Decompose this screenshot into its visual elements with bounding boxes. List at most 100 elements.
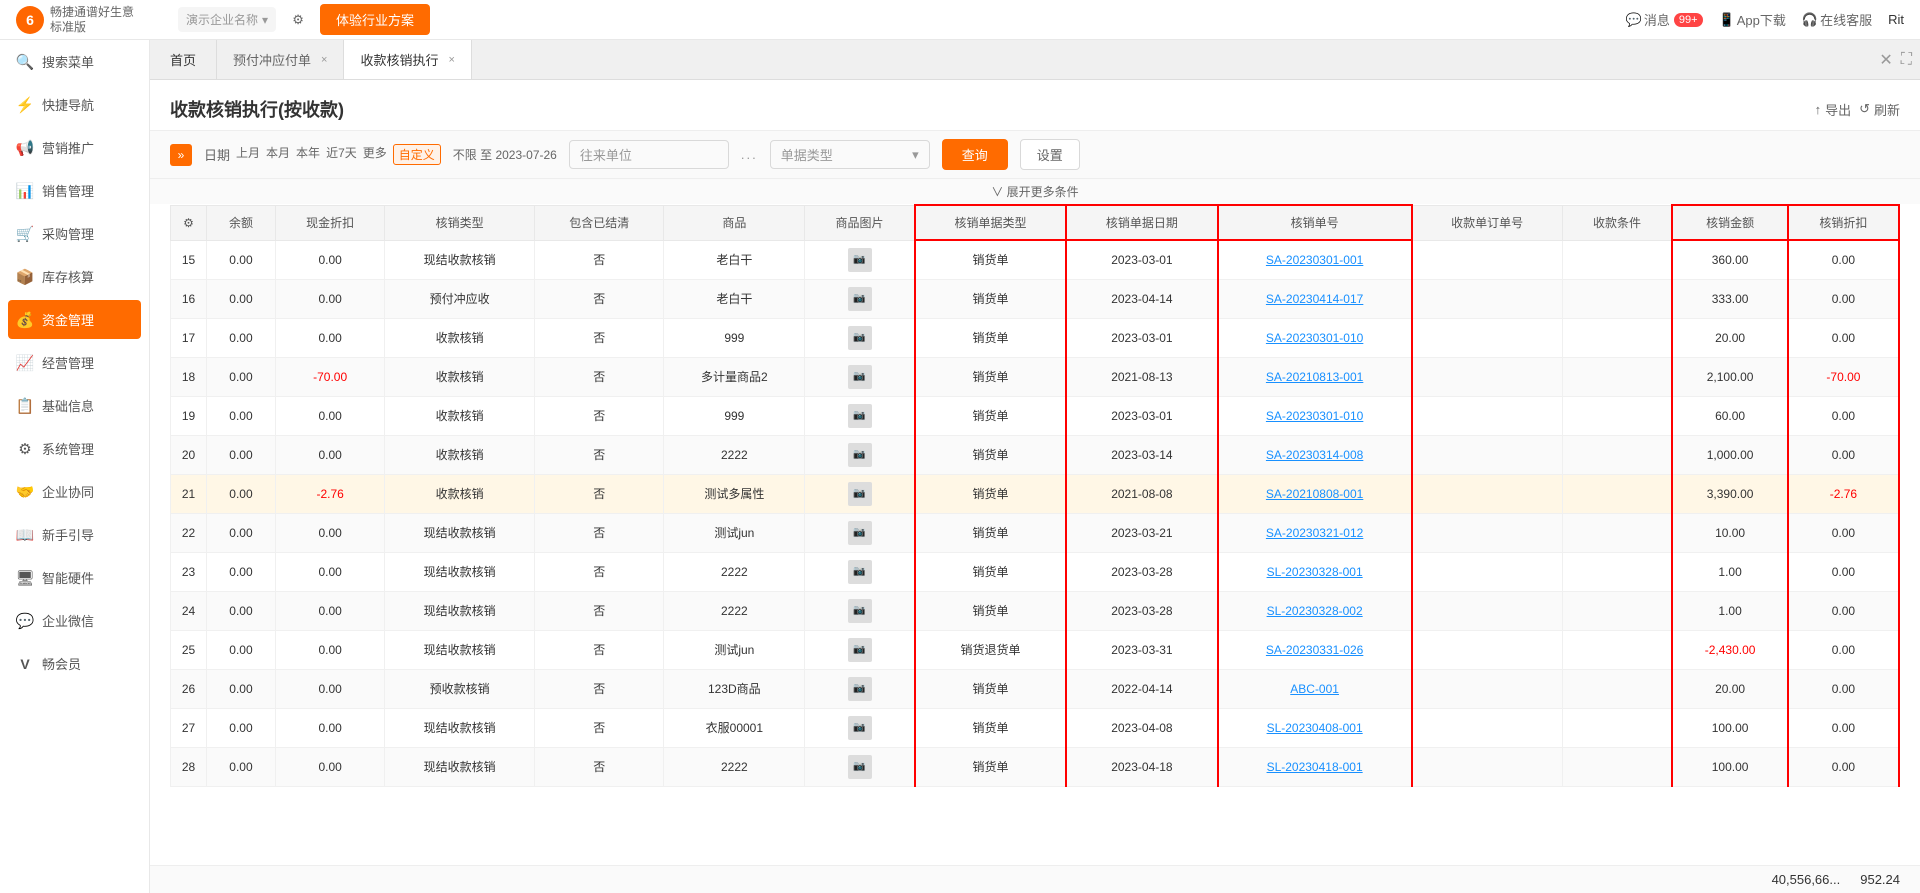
cell-bill-no[interactable]: SA-20230301-010 <box>1218 318 1412 357</box>
service-btn[interactable]: 🎧 在线客服 <box>1802 10 1872 29</box>
date-this-month[interactable]: 本月 <box>266 144 290 165</box>
expand-more-row[interactable]: ∨ 展开更多条件 <box>150 179 1920 204</box>
app-download-btn[interactable]: 📱 App下载 <box>1719 10 1786 29</box>
cell-verify-type: 预收款核销 <box>385 669 535 708</box>
sidebar-item-purchase[interactable]: 🛒 采购管理 <box>0 212 149 255</box>
cell-bill-no[interactable]: SA-20230414-017 <box>1218 279 1412 318</box>
company-selector[interactable]: 演示企业名称 ▾ <box>178 7 276 32</box>
date-this-year[interactable]: 本年 <box>296 144 320 165</box>
cell-bill-no[interactable]: SA-20230321-012 <box>1218 513 1412 552</box>
table-row: 23 0.00 0.00 现结收款核销 否 2222 📷 销货单 2023-03… <box>171 552 1900 591</box>
message-icon: 💬 <box>1626 12 1642 28</box>
cell-cash-discount: 0.00 <box>275 513 384 552</box>
export-btn[interactable]: ↑ 导出 <box>1815 100 1852 119</box>
table-row: 17 0.00 0.00 收款核销 否 999 📷 销货单 2023-03-01… <box>171 318 1900 357</box>
purchase-icon: 🛒 <box>16 225 34 243</box>
col-gear[interactable]: ⚙ <box>171 205 207 240</box>
tab-expand-icon[interactable]: ⛶ <box>1901 51 1912 69</box>
tab-close-icon[interactable]: ✕ <box>1879 50 1892 70</box>
expand-more-label: 展开更多条件 <box>1007 185 1079 199</box>
filter-settings-btn[interactable]: 设置 <box>1020 139 1080 170</box>
cell-bill-no[interactable]: SA-20230314-008 <box>1218 435 1412 474</box>
cell-product: 衣服00001 <box>664 708 805 747</box>
sidebar-item-search[interactable]: 🔍 搜索菜单 <box>0 40 149 83</box>
date-last-month[interactable]: 上月 <box>236 144 260 165</box>
cell-bill-date: 2023-03-28 <box>1066 552 1217 591</box>
cell-product: 2222 <box>664 591 805 630</box>
tab-verify[interactable]: 收款核销执行 × <box>344 40 471 79</box>
tab-verify-label: 收款核销执行 <box>360 50 438 69</box>
sidebar-item-inventory[interactable]: 📦 库存核算 <box>0 255 149 298</box>
query-btn[interactable]: 查询 <box>942 139 1008 170</box>
cell-product-img: 📷 <box>805 435 915 474</box>
sidebar-item-hardware[interactable]: 🖥 智能硬件 <box>0 556 149 599</box>
sidebar-item-guide[interactable]: 📖 新手引导 <box>0 513 149 556</box>
cell-discount: 0.00 <box>1788 396 1899 435</box>
sidebar-item-system[interactable]: ⚙ 系统管理 <box>0 427 149 470</box>
industry-btn[interactable]: 体验行业方案 <box>320 4 430 35</box>
cell-bill-type: 销货单 <box>915 474 1066 513</box>
date-label: 日期 <box>204 145 230 164</box>
tab-prepay[interactable]: 预付冲应付单 × <box>217 40 344 79</box>
filter-expand-btn[interactable]: » <box>170 144 192 166</box>
cell-id: 15 <box>171 240 207 279</box>
cell-bill-no[interactable]: SL-20230408-001 <box>1218 708 1412 747</box>
cell-product-img: 📷 <box>805 240 915 279</box>
table-row: 27 0.00 0.00 现结收款核销 否 衣服00001 📷 销货单 2023… <box>171 708 1900 747</box>
user-name[interactable]: Rit <box>1888 12 1904 27</box>
cell-bill-no[interactable]: SL-20230328-002 <box>1218 591 1412 630</box>
partner-input[interactable]: 往来单位 <box>569 140 729 169</box>
cell-bill-no[interactable]: SL-20230418-001 <box>1218 747 1412 786</box>
sidebar-item-member[interactable]: V 畅会员 <box>0 642 149 685</box>
cell-balance: 0.00 <box>207 474 276 513</box>
cell-bill-no[interactable]: SA-20210808-001 <box>1218 474 1412 513</box>
cell-bill-no[interactable]: SA-20230331-026 <box>1218 630 1412 669</box>
sidebar-label-purchase: 采购管理 <box>42 224 94 243</box>
cell-product: 测试jun <box>664 630 805 669</box>
cell-balance: 0.00 <box>207 318 276 357</box>
tab-verify-close[interactable]: × <box>448 54 454 66</box>
cell-bill-no[interactable]: SA-20230301-010 <box>1218 396 1412 435</box>
date-7days[interactable]: 近7天 <box>326 144 357 165</box>
cell-bill-no[interactable]: SA-20230301-001 <box>1218 240 1412 279</box>
cell-bill-no[interactable]: SA-20210813-001 <box>1218 357 1412 396</box>
settings-icon[interactable]: ⚙ <box>284 6 312 34</box>
cell-id: 26 <box>171 669 207 708</box>
sidebar-item-operations[interactable]: 📈 经营管理 <box>0 341 149 384</box>
company-name: 演示企业名称 <box>186 11 258 28</box>
cell-id: 27 <box>171 708 207 747</box>
cell-verify-type: 现结收款核销 <box>385 552 535 591</box>
cell-include-settled: 否 <box>534 708 664 747</box>
cell-verify-type: 现结收款核销 <box>385 513 535 552</box>
cell-bill-type: 销货单 <box>915 747 1066 786</box>
message-btn[interactable]: 💬 消息 99+ <box>1626 10 1703 29</box>
cell-bill-no[interactable]: ABC-001 <box>1218 669 1412 708</box>
cell-order-no <box>1412 240 1563 279</box>
cell-payment-condition <box>1562 435 1672 474</box>
hardware-icon: 🖥 <box>16 569 34 587</box>
sidebar-item-marketing[interactable]: 📢 营销推广 <box>0 126 149 169</box>
cell-balance: 0.00 <box>207 669 276 708</box>
col-bill-type: 核销单据类型 <box>915 205 1066 240</box>
sidebar-item-wechat[interactable]: 💬 企业微信 <box>0 599 149 642</box>
sidebar-label-sales: 销售管理 <box>42 181 94 200</box>
cell-bill-no[interactable]: SL-20230328-001 <box>1218 552 1412 591</box>
sidebar-item-sales[interactable]: 📊 销售管理 <box>0 169 149 212</box>
tab-home[interactable]: 首页 <box>150 40 217 79</box>
expand-more-icon: ∨ <box>991 185 1003 199</box>
sidebar-item-finance[interactable]: 💰 资金管理 <box>8 300 141 339</box>
cell-id: 25 <box>171 630 207 669</box>
cell-product: 999 <box>664 396 805 435</box>
refresh-btn[interactable]: ↺ 刷新 <box>1859 100 1900 119</box>
operations-icon: 📈 <box>16 354 34 372</box>
cell-bill-date: 2023-04-14 <box>1066 279 1217 318</box>
cell-include-settled: 否 <box>534 474 664 513</box>
tab-prepay-close[interactable]: × <box>321 54 327 66</box>
date-custom[interactable]: 自定义 <box>393 144 441 165</box>
partner-picker-btn[interactable]: ... <box>741 147 758 162</box>
sidebar-item-basic[interactable]: 📋 基础信息 <box>0 384 149 427</box>
sidebar-item-nav[interactable]: ⚡ 快捷导航 <box>0 83 149 126</box>
voucher-type-select[interactable]: 单据类型 ▾ <box>770 140 930 169</box>
sidebar-item-collab[interactable]: 🤝 企业协同 <box>0 470 149 513</box>
date-more[interactable]: 更多 <box>363 144 387 165</box>
